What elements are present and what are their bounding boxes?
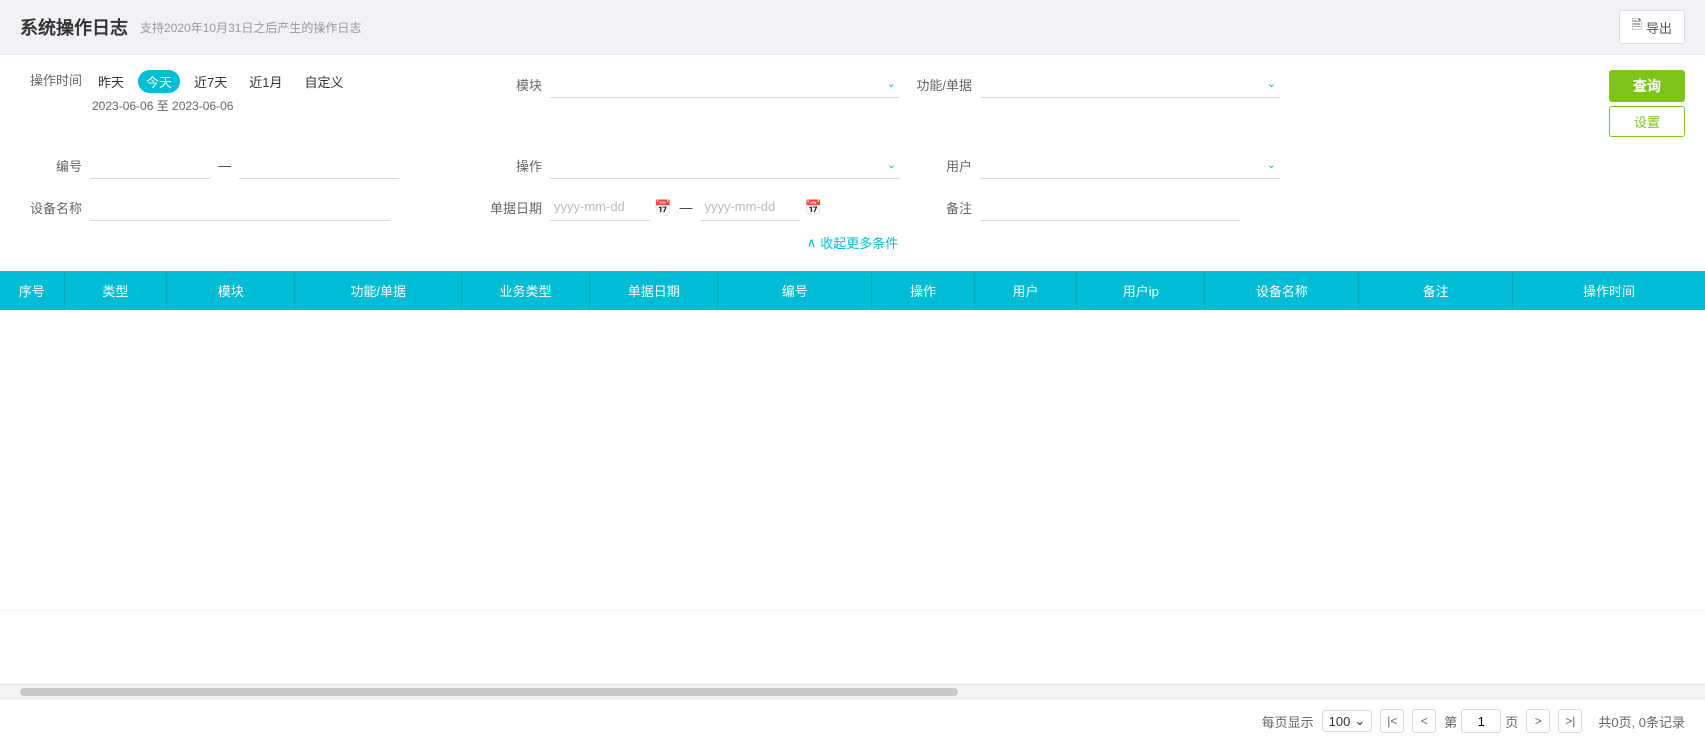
module-chevron-icon: ⌄ [887, 77, 900, 90]
filter-row-3: 设备名称 单据日期 📅 — 📅 备注 [20, 193, 1685, 221]
title-area: 系统操作日志 支持2020年10月31日之后产生的操作日志 [20, 14, 361, 40]
page-container: 系统操作日志 支持2020年10月31日之后产生的操作日志 🗎 导出 操作时间 … [0, 0, 1705, 743]
remark-label: 备注 [900, 198, 980, 217]
date-btn-1month[interactable]: 近1月 [241, 70, 290, 93]
col-operation: 操作 [872, 271, 975, 310]
date-to-calendar-icon[interactable]: 📅 [804, 199, 821, 216]
page-input[interactable] [1461, 709, 1501, 733]
date-filter-group: 昨天 今天 近7天 近1月 自定义 2023-06-06 至 2023-06-0… [90, 70, 352, 114]
table-container: 序号 类型 模块 功能/单据 业务类型 单据日期 编号 操作 用户 用户ip 设… [0, 271, 1705, 684]
collapse-row: ∧ 收起更多条件 [20, 227, 1685, 256]
filter-row-2: 编号 — 操作 ⌄ 用户 ⌄ [20, 151, 1685, 179]
col-op-time: 操作时间 [1513, 271, 1705, 310]
date-to-input[interactable] [700, 193, 800, 221]
function-select[interactable]: ⌄ [980, 70, 1280, 98]
user-chevron-icon: ⌄ [1267, 158, 1280, 171]
number-to-input[interactable] [239, 151, 399, 179]
pagination-total: 共0页, 0条记录 [1598, 712, 1685, 731]
col-seq: 序号 [0, 271, 64, 310]
first-page-button[interactable]: |< [1380, 709, 1404, 733]
col-voucher-date: 单据日期 [590, 271, 718, 310]
function-label: 功能/单据 [900, 75, 980, 94]
page-header: 系统操作日志 支持2020年10月31日之后产生的操作日志 🗎 导出 [0, 0, 1705, 54]
page-label: 第 [1444, 712, 1457, 731]
col-function: 功能/单据 [295, 271, 462, 310]
col-user: 用户 [974, 271, 1077, 310]
page-title: 系统操作日志 [20, 14, 128, 40]
voucher-date-dash: — [679, 200, 692, 215]
number-label: 编号 [20, 156, 90, 175]
prev-page-button[interactable]: < [1412, 709, 1436, 733]
data-table: 序号 类型 模块 功能/单据 业务类型 单据日期 编号 操作 用户 用户ip 设… [0, 271, 1705, 611]
export-label: 导出 [1646, 18, 1672, 37]
table-header-row: 序号 类型 模块 功能/单据 业务类型 单据日期 编号 操作 用户 用户ip 设… [0, 271, 1705, 310]
operation-label: 操作 [480, 156, 550, 175]
page-unit: 页 [1505, 712, 1518, 731]
collapse-button[interactable]: ∧ 收起更多条件 [807, 233, 899, 252]
col-device: 设备名称 [1205, 271, 1359, 310]
per-page-value: 100 [1329, 714, 1351, 729]
next-page-button[interactable]: > [1526, 709, 1550, 733]
page-info: 第 页 [1444, 709, 1518, 733]
query-buttons: 查询 设置 [1609, 70, 1685, 137]
number-from-input[interactable] [90, 151, 210, 179]
col-type: 类型 [64, 271, 167, 310]
remark-input[interactable] [980, 193, 1240, 221]
date-from-calendar-icon[interactable]: 📅 [654, 199, 671, 216]
filter-panel: 操作时间 昨天 今天 近7天 近1月 自定义 2023-06-06 至 2023… [0, 54, 1705, 271]
horizontal-scrollbar[interactable] [0, 684, 1705, 698]
query-button[interactable]: 查询 [1609, 70, 1685, 102]
module-select[interactable]: ⌄ [550, 70, 900, 98]
date-btn-custom[interactable]: 自定义 [297, 70, 352, 93]
date-from-input[interactable] [550, 193, 650, 221]
settings-button[interactable]: 设置 [1609, 106, 1685, 137]
operation-chevron-icon: ⌄ [887, 158, 900, 171]
function-chevron-icon: ⌄ [1267, 77, 1280, 90]
op-time-label: 操作时间 [20, 70, 90, 89]
page-subtitle: 支持2020年10月31日之后产生的操作日志 [140, 19, 361, 36]
module-label: 模块 [480, 75, 550, 94]
device-label: 设备名称 [20, 198, 90, 217]
filter-row-1: 操作时间 昨天 今天 近7天 近1月 自定义 2023-06-06 至 2023… [20, 70, 1685, 137]
scrollbar-thumb [20, 688, 958, 696]
col-biz-type: 业务类型 [461, 271, 589, 310]
per-page-chevron-icon: ⌄ [1354, 713, 1365, 729]
col-user-ip: 用户ip [1077, 271, 1205, 310]
export-button[interactable]: 🗎 导出 [1619, 10, 1685, 44]
date-btn-yesterday[interactable]: 昨天 [90, 70, 132, 93]
operation-select[interactable]: ⌄ [550, 151, 900, 179]
per-page-label: 每页显示 [1262, 712, 1314, 731]
empty-row [0, 310, 1705, 610]
pagination: 每页显示 100 ⌄ |< < 第 页 > >| 共0页, 0条记录 [0, 698, 1705, 743]
date-btn-today[interactable]: 今天 [138, 70, 180, 93]
date-buttons: 昨天 今天 近7天 近1月 自定义 [90, 70, 352, 93]
collapse-label: 收起更多条件 [820, 233, 898, 252]
number-dash: — [218, 158, 231, 173]
col-number: 编号 [718, 271, 872, 310]
col-module: 模块 [167, 271, 295, 310]
collapse-up-icon: ∧ [807, 235, 817, 251]
per-page-select[interactable]: 100 ⌄ [1322, 710, 1373, 732]
table-body [0, 310, 1705, 610]
empty-cell [0, 310, 1705, 610]
user-select[interactable]: ⌄ [980, 151, 1280, 179]
export-icon: 🗎 [1632, 16, 1642, 38]
date-btn-7days[interactable]: 近7天 [186, 70, 235, 93]
date-range-text: 2023-06-06 至 2023-06-06 [90, 97, 352, 114]
table-header: 序号 类型 模块 功能/单据 业务类型 单据日期 编号 操作 用户 用户ip 设… [0, 271, 1705, 310]
voucher-date-label: 单据日期 [480, 198, 550, 217]
last-page-button[interactable]: >| [1558, 709, 1582, 733]
device-input[interactable] [90, 193, 390, 221]
user-label: 用户 [900, 156, 980, 175]
col-remark: 备注 [1359, 271, 1513, 310]
